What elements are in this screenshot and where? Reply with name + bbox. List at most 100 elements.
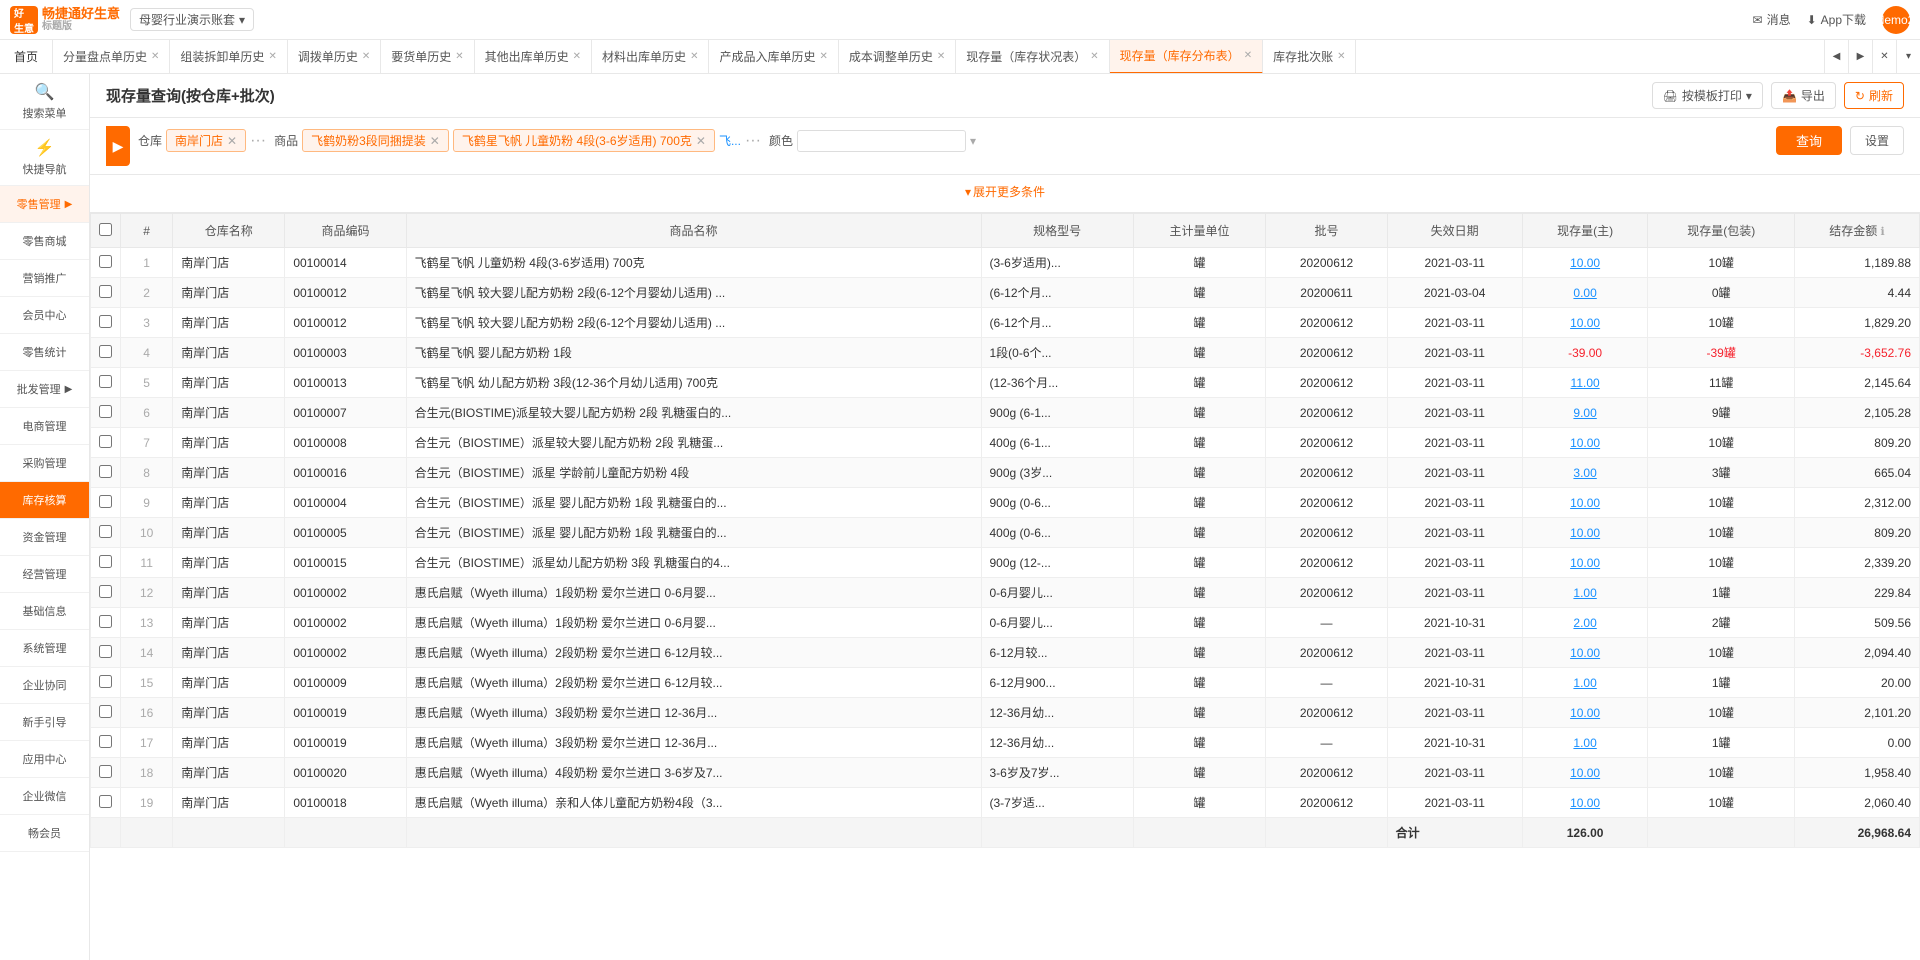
row-checkbox[interactable] <box>99 405 112 418</box>
remove-product1-icon[interactable]: ✕ <box>430 134 440 148</box>
setting-button[interactable]: 设置 <box>1850 126 1904 155</box>
close-icon[interactable]: ✕ <box>1090 51 1098 62</box>
select-all-checkbox[interactable] <box>99 223 112 236</box>
row-checkbox[interactable] <box>99 705 112 718</box>
row-checkbox-cell[interactable] <box>91 788 121 818</box>
close-icon[interactable]: ✕ <box>1244 50 1252 61</box>
row-checkbox-cell[interactable] <box>91 338 121 368</box>
row-checkbox-cell[interactable] <box>91 428 121 458</box>
row-checkbox-cell[interactable] <box>91 398 121 428</box>
tab-menu-btn[interactable]: ▾ <box>1896 40 1920 74</box>
sidebar-item-retail-shop[interactable]: 零售商城 <box>0 223 89 260</box>
color-dropdown-icon[interactable]: ▾ <box>970 134 976 148</box>
tab-cost-adjust[interactable]: 成本调整单历史 ✕ <box>839 40 956 74</box>
row-qty-main[interactable]: 10.00 <box>1522 248 1648 278</box>
row-qty-main[interactable]: 1.00 <box>1522 578 1648 608</box>
sidebar-item-guide[interactable]: 新手引导 <box>0 704 89 741</box>
tab-unpack[interactable]: 组装拆卸单历史 ✕ <box>170 40 287 74</box>
row-checkbox[interactable] <box>99 645 112 658</box>
row-checkbox[interactable] <box>99 795 112 808</box>
row-checkbox-cell[interactable] <box>91 578 121 608</box>
row-checkbox[interactable] <box>99 465 112 478</box>
app-download-btn[interactable]: ⬇ App下载 <box>1807 11 1866 28</box>
user-avatar[interactable]: demo2 <box>1882 6 1910 34</box>
sidebar-item-search[interactable]: 🔍 搜索菜单 <box>0 74 89 130</box>
warehouse-more-icon[interactable]: ··· <box>250 132 266 150</box>
sidebar-item-inventory[interactable]: 库存核算 <box>0 482 89 519</box>
tab-batch[interactable]: 库存批次账 ✕ <box>1263 40 1356 74</box>
tab-home[interactable]: 首页 <box>0 40 53 74</box>
sidebar-item-nav[interactable]: ⚡ 快捷导航 <box>0 130 89 186</box>
row-qty-main[interactable]: 10.00 <box>1522 308 1648 338</box>
row-checkbox[interactable] <box>99 255 112 268</box>
row-checkbox-cell[interactable] <box>91 458 121 488</box>
row-checkbox[interactable] <box>99 525 112 538</box>
row-qty-main[interactable]: 10.00 <box>1522 758 1648 788</box>
row-checkbox-cell[interactable] <box>91 368 121 398</box>
filter-expand-btn[interactable]: ▶ <box>106 126 130 166</box>
row-checkbox[interactable] <box>99 765 112 778</box>
product-tag-2[interactable]: 飞鹤星飞帆 儿童奶粉 4段(3-6岁适用) 700克 ✕ <box>453 129 715 152</box>
tab-prev-btn[interactable]: ◀ <box>1824 40 1848 74</box>
row-checkbox[interactable] <box>99 615 112 628</box>
row-checkbox-cell[interactable] <box>91 698 121 728</box>
template-print-btn[interactable]: 🖨 按模板打印 ▾ <box>1652 82 1763 109</box>
sidebar-item-operations[interactable]: 经营管理 <box>0 556 89 593</box>
close-icon[interactable]: ✕ <box>937 51 945 62</box>
row-checkbox-cell[interactable] <box>91 728 121 758</box>
tab-split[interactable]: 分量盘点单历史 ✕ <box>53 40 170 74</box>
close-icon[interactable]: ✕ <box>151 51 159 62</box>
sidebar-item-purchase[interactable]: 采购管理 <box>0 445 89 482</box>
remove-warehouse-icon[interactable]: ✕ <box>227 134 237 148</box>
sidebar-item-ecommerce[interactable]: 电商管理 <box>0 408 89 445</box>
tab-product-in[interactable]: 产成品入库单历史 ✕ <box>709 40 838 74</box>
sidebar-item-retail-stat[interactable]: 零售统计 <box>0 334 89 371</box>
sidebar-item-member2[interactable]: 畅会员 <box>0 815 89 852</box>
tab-next-btn[interactable]: ▶ <box>1848 40 1872 74</box>
product-more-icon[interactable]: ··· <box>745 132 761 150</box>
sidebar-item-basic[interactable]: 基础信息 <box>0 593 89 630</box>
close-icon[interactable]: ✕ <box>362 51 370 62</box>
row-qty-main[interactable]: 11.00 <box>1522 368 1648 398</box>
remove-product2-icon[interactable]: ✕ <box>696 134 706 148</box>
warehouse-tag[interactable]: 南岸门店 ✕ <box>166 129 246 152</box>
tab-material-out[interactable]: 材料出库单历史 ✕ <box>592 40 709 74</box>
close-icon[interactable]: ✕ <box>819 51 827 62</box>
balance-info-icon[interactable]: ℹ <box>1881 226 1885 238</box>
row-qty-main[interactable]: 0.00 <box>1522 278 1648 308</box>
close-icon[interactable]: ✕ <box>268 51 276 62</box>
row-checkbox-cell[interactable] <box>91 488 121 518</box>
sidebar-item-marketing[interactable]: 营销推广 <box>0 260 89 297</box>
product-tag-1[interactable]: 飞鹤奶粉3段同捆提装 ✕ <box>302 129 449 152</box>
sidebar-item-wholesale[interactable]: 批发管理 ▶ <box>0 371 89 408</box>
sidebar-item-member[interactable]: 会员中心 <box>0 297 89 334</box>
row-checkbox-cell[interactable] <box>91 608 121 638</box>
close-icon[interactable]: ✕ <box>690 51 698 62</box>
row-qty-main[interactable]: 10.00 <box>1522 638 1648 668</box>
row-checkbox-cell[interactable] <box>91 758 121 788</box>
industry-selector[interactable]: 母婴行业演示账套 ▾ <box>130 8 254 31</box>
export-btn[interactable]: 📤 导出 <box>1771 82 1836 109</box>
row-qty-main[interactable]: 10.00 <box>1522 518 1648 548</box>
message-btn[interactable]: ✉ 消息 <box>1753 11 1791 28</box>
close-icon[interactable]: ✕ <box>573 51 581 62</box>
row-checkbox[interactable] <box>99 675 112 688</box>
row-qty-main[interactable]: 10.00 <box>1522 698 1648 728</box>
row-checkbox-cell[interactable] <box>91 548 121 578</box>
sidebar-item-retail[interactable]: 零售管理 ▶ <box>0 186 89 223</box>
tab-stock-status[interactable]: 现存量（库存状况表） ✕ <box>956 40 1109 74</box>
row-checkbox[interactable] <box>99 435 112 448</box>
row-checkbox[interactable] <box>99 375 112 388</box>
row-checkbox-cell[interactable] <box>91 518 121 548</box>
row-checkbox[interactable] <box>99 735 112 748</box>
row-checkbox-cell[interactable] <box>91 248 121 278</box>
row-checkbox[interactable] <box>99 585 112 598</box>
col-checkbox[interactable] <box>91 214 121 248</box>
row-checkbox[interactable] <box>99 315 112 328</box>
row-checkbox[interactable] <box>99 495 112 508</box>
row-checkbox-cell[interactable] <box>91 638 121 668</box>
row-qty-main[interactable]: 1.00 <box>1522 668 1648 698</box>
tab-stock-dist[interactable]: 现存量（库存分布表） ✕ <box>1110 40 1263 74</box>
sidebar-item-wechat[interactable]: 企业微信 <box>0 778 89 815</box>
query-button[interactable]: 查询 <box>1776 126 1842 155</box>
